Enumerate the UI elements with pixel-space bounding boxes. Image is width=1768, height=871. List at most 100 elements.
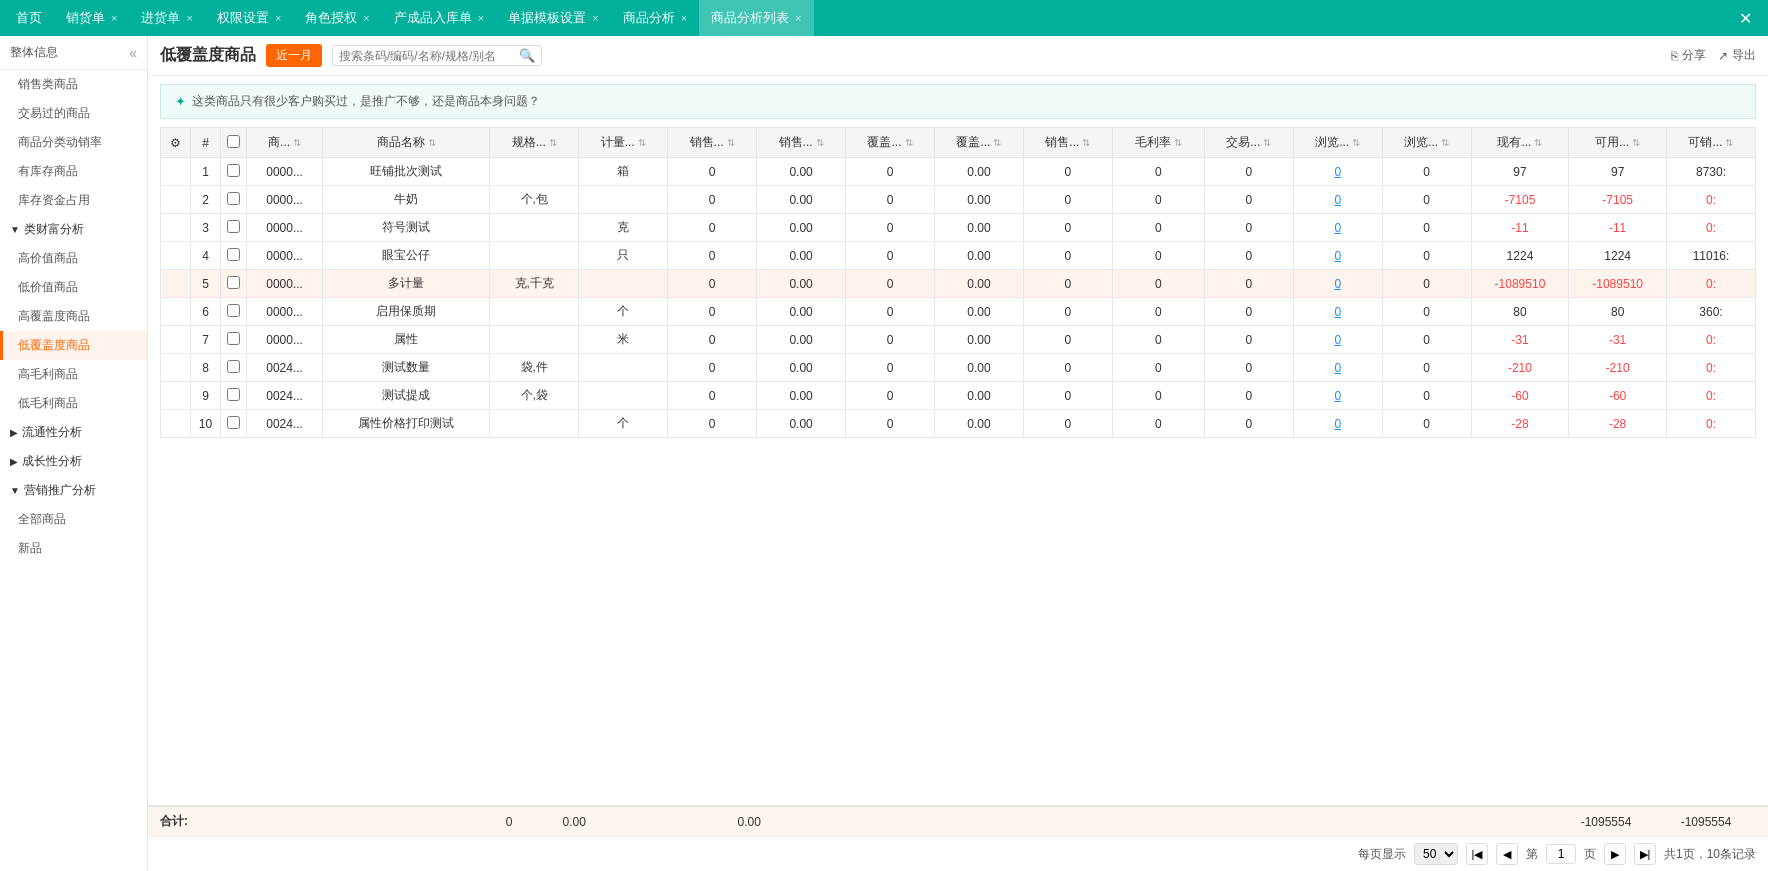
row-select-checkbox[interactable] [227,276,240,289]
close-tab-role[interactable]: × [363,12,369,24]
window-close-button[interactable]: ✕ [1727,9,1764,28]
sidebar-group-circulation[interactable]: ▶ 流通性分析 [0,418,147,447]
row-saleable: 0: [1666,186,1755,214]
row-code: 0000... [247,242,323,270]
close-tab-purchase[interactable]: × [186,12,192,24]
sidebar-item-stocked-goods[interactable]: 有库存商品 [0,157,147,186]
row-browse1[interactable]: 0 [1293,410,1382,438]
row-spec: 克,千克 [490,270,579,298]
col-unit[interactable]: 计量...⇅ [579,128,668,158]
col-cover2[interactable]: 覆盖...⇅ [934,128,1023,158]
row-browse1[interactable]: 0 [1293,270,1382,298]
row-select-checkbox[interactable] [227,164,240,177]
sidebar-group-marketing[interactable]: ▼ 营销推广分析 [0,476,147,505]
row-browse1[interactable]: 0 [1293,158,1382,186]
nav-tab-role[interactable]: 角色授权 × [293,0,381,36]
sidebar-item-sales-goods[interactable]: 销售类商品 [0,70,147,99]
row-browse2: 0 [1382,326,1471,354]
search-icon[interactable]: 🔍 [519,48,535,63]
nav-tab-permission[interactable]: 权限设置 × [205,0,293,36]
col-spec[interactable]: 规格...⇅ [490,128,579,158]
sidebar-item-traded-goods[interactable]: 交易过的商品 [0,99,147,128]
row-select-checkbox[interactable] [227,332,240,345]
close-tab-product-entry[interactable]: × [478,12,484,24]
row-browse1[interactable]: 0 [1293,214,1382,242]
row-select-checkbox[interactable] [227,248,240,261]
row-name: 多计量 [323,270,490,298]
row-select-checkbox[interactable] [227,416,240,429]
select-all-checkbox[interactable] [227,135,240,148]
row-select-checkbox[interactable] [227,360,240,373]
col-saleable[interactable]: 可销...⇅ [1666,128,1755,158]
col-sales2[interactable]: 销售...⇅ [757,128,846,158]
row-code: 0024... [247,410,323,438]
nav-tab-sales[interactable]: 销货单 × [54,0,129,36]
sidebar-item-all-goods[interactable]: 全部商品 [0,505,147,534]
row-browse1[interactable]: 0 [1293,242,1382,270]
row-select-checkbox[interactable] [227,192,240,205]
close-tab-analysis-list[interactable]: × [795,12,801,24]
sidebar-item-high-value[interactable]: 高价值商品 [0,244,147,273]
table-row: 3 0000... 符号测试 克 0 0.00 0 0.00 0 0 0 0 0… [161,214,1756,242]
next-page-button[interactable]: ▶ [1604,843,1626,865]
row-browse1[interactable]: 0 [1293,354,1382,382]
sidebar-item-category-rate[interactable]: 商品分类动销率 [0,128,147,157]
nav-tab-product-entry[interactable]: 产成品入库单 × [382,0,496,36]
sidebar-item-low-value[interactable]: 低价值商品 [0,273,147,302]
col-current[interactable]: 现有...⇅ [1471,128,1569,158]
row-browse1[interactable]: 0 [1293,326,1382,354]
sidebar-header[interactable]: 整体信息 « [0,36,147,70]
row-select-checkbox[interactable] [227,388,240,401]
sidebar-item-low-margin[interactable]: 低毛利商品 [0,389,147,418]
time-filter-button[interactable]: 近一月 [266,44,322,67]
row-num: 7 [191,326,221,354]
nav-tab-home[interactable]: 首页 [4,0,54,36]
group-arrow-wealth: ▼ [10,224,20,235]
prev-page-button[interactable]: ◀ [1496,843,1518,865]
export-button[interactable]: ↗ 导出 [1718,47,1756,64]
col-sales1[interactable]: 销售...⇅ [668,128,757,158]
close-tab-sales[interactable]: × [111,12,117,24]
nav-tab-template[interactable]: 单据模板设置 × [496,0,610,36]
row-trade: 0 [1204,298,1293,326]
col-available[interactable]: 可用...⇅ [1569,128,1667,158]
page-number-input[interactable] [1546,844,1576,864]
sidebar-group-wealth[interactable]: ▼ 类财富分析 [0,215,147,244]
collapse-icon[interactable]: « [129,45,137,61]
nav-tab-analysis-list[interactable]: 商品分析列表 × [699,0,813,36]
sidebar-group-growth[interactable]: ▶ 成长性分析 [0,447,147,476]
sidebar-item-low-coverage[interactable]: 低覆盖度商品 [0,331,147,360]
first-page-button[interactable]: |◀ [1466,843,1488,865]
col-gross[interactable]: 毛利率⇅ [1112,128,1204,158]
row-unit [579,186,668,214]
col-gear[interactable]: ⚙ [161,128,191,158]
search-input[interactable] [339,49,519,63]
close-tab-product-analysis[interactable]: × [681,12,687,24]
col-code[interactable]: 商...⇅ [247,128,323,158]
nav-tab-purchase[interactable]: 进货单 × [129,0,204,36]
row-browse1[interactable]: 0 [1293,382,1382,410]
close-tab-permission[interactable]: × [275,12,281,24]
col-browse2[interactable]: 浏览...⇅ [1382,128,1471,158]
row-browse2: 0 [1382,186,1471,214]
sidebar-item-high-margin[interactable]: 高毛利商品 [0,360,147,389]
col-cover1[interactable]: 覆盖...⇅ [846,128,935,158]
sidebar-item-new-goods[interactable]: 新品 [0,534,147,563]
col-sales3[interactable]: 销售...⇅ [1023,128,1112,158]
page-size-select[interactable]: 50 [1414,843,1458,865]
row-select-checkbox[interactable] [227,220,240,233]
row-browse1[interactable]: 0 [1293,298,1382,326]
close-tab-template[interactable]: × [592,12,598,24]
col-trade[interactable]: 交易...⇅ [1204,128,1293,158]
sidebar: 整体信息 « 销售类商品 交易过的商品 商品分类动销率 有库存商品 库存资金占用… [0,36,148,871]
col-name[interactable]: 商品名称⇅ [323,128,490,158]
row-name: 牛奶 [323,186,490,214]
nav-tab-product-analysis[interactable]: 商品分析 × [611,0,699,36]
row-select-checkbox[interactable] [227,304,240,317]
row-browse1[interactable]: 0 [1293,186,1382,214]
last-page-button[interactable]: ▶| [1634,843,1656,865]
share-button[interactable]: ⎘ 分享 [1671,47,1706,64]
col-browse1[interactable]: 浏览...⇅ [1293,128,1382,158]
sidebar-item-high-coverage[interactable]: 高覆盖度商品 [0,302,147,331]
sidebar-item-stock-capital[interactable]: 库存资金占用 [0,186,147,215]
